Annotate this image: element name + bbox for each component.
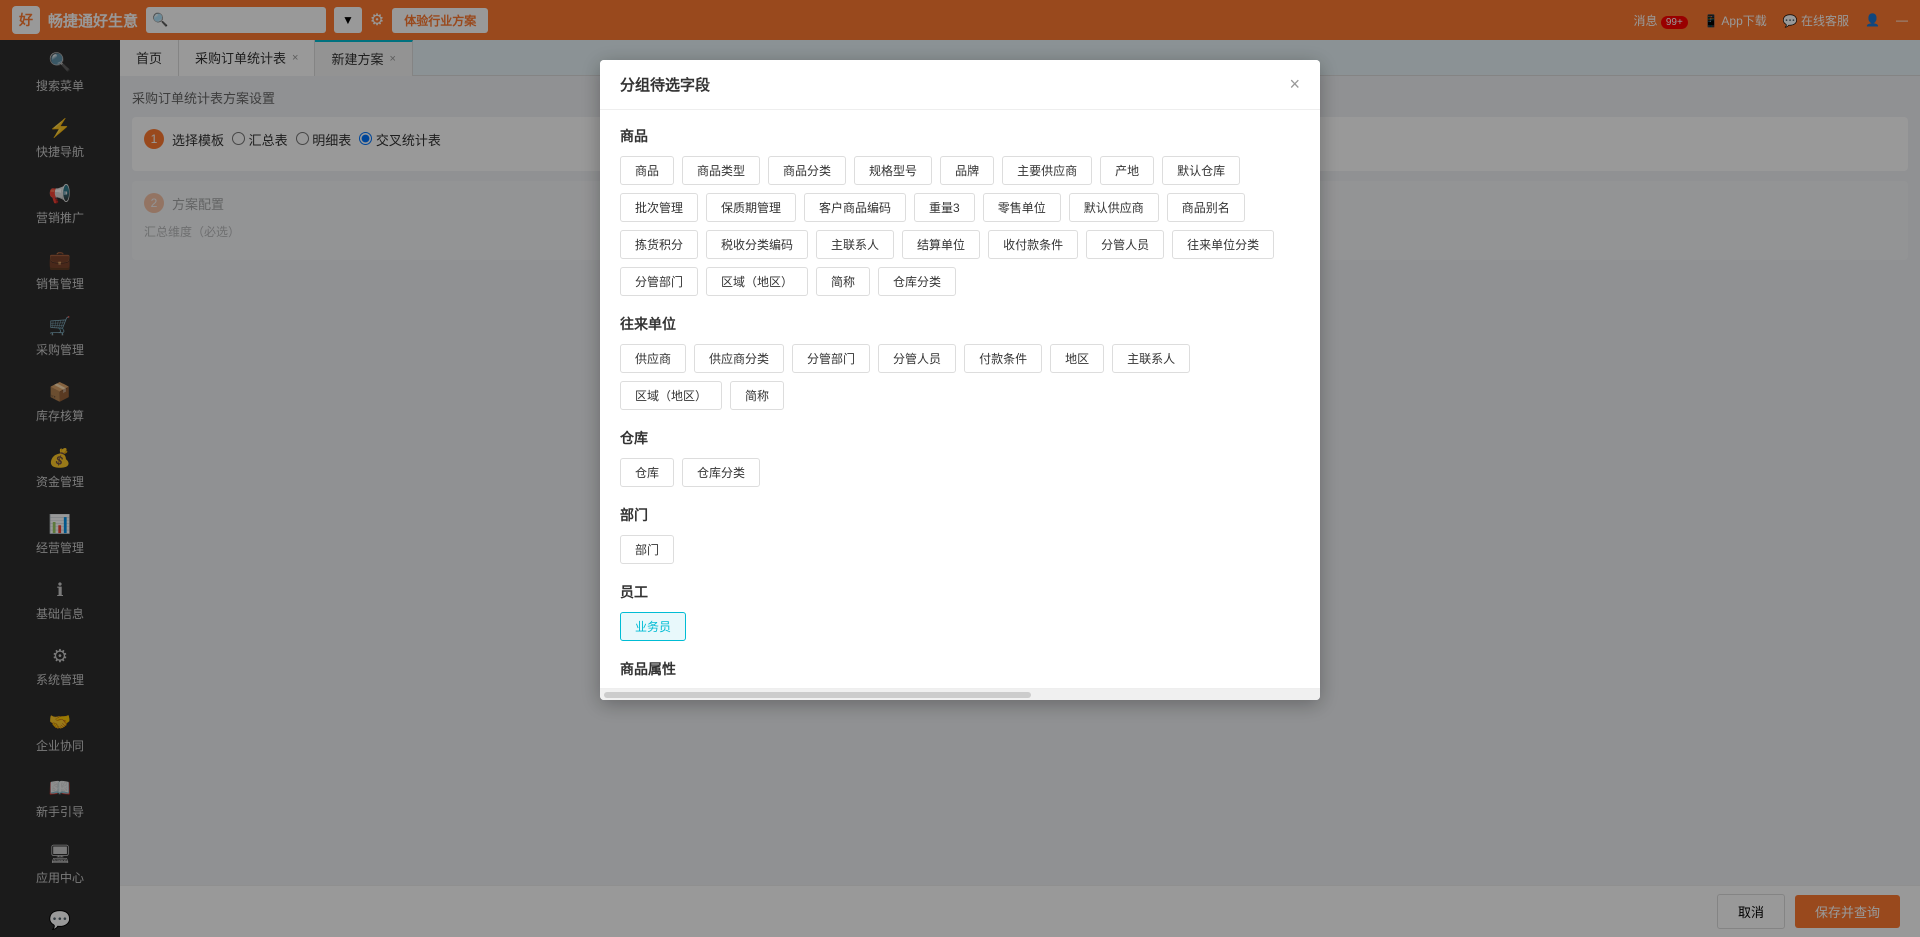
hscroll-thumb [604, 692, 1031, 698]
field-payment-terms[interactable]: 收付款条件 [988, 230, 1078, 259]
field-partner-category[interactable]: 往来单位分类 [1172, 230, 1274, 259]
section-goods: 商品 商品 商品类型 商品分类 规格型号 品牌 主要供应商 产地 默认仓库 批次… [620, 126, 1300, 296]
field-retail-unit[interactable]: 零售单位 [983, 193, 1061, 222]
section-employee-title: 员工 [620, 582, 1300, 602]
section-warehouse-title: 仓库 [620, 428, 1300, 448]
field-batch-mgmt[interactable]: 批次管理 [620, 193, 698, 222]
field-salesperson[interactable]: 业务员 [620, 612, 686, 641]
field-shelf-life[interactable]: 保质期管理 [706, 193, 796, 222]
field-weight[interactable]: 重量3 [914, 193, 975, 222]
field-default-supplier[interactable]: 默认供应商 [1069, 193, 1159, 222]
dialog-body: 商品 商品 商品类型 商品分类 规格型号 品牌 主要供应商 产地 默认仓库 批次… [600, 110, 1320, 688]
employee-field-grid: 业务员 [620, 612, 1300, 641]
field-abbr[interactable]: 简称 [816, 267, 870, 296]
section-goods-attrs: 商品属性 属性 颜色 多规格 尺码 鞋码 1 [620, 659, 1300, 688]
section-department: 部门 部门 [620, 505, 1300, 564]
field-dept[interactable]: 分管部门 [620, 267, 698, 296]
field-default-wh[interactable]: 默认仓库 [1162, 156, 1240, 185]
dialog-overlay: 分组待选字段 × 商品 商品 商品类型 商品分类 规格型号 品牌 主要供应商 产… [0, 0, 1920, 937]
field-partner-dept[interactable]: 分管部门 [792, 344, 870, 373]
field-settle-unit[interactable]: 结算单位 [902, 230, 980, 259]
field-partner-abbr[interactable]: 简称 [730, 381, 784, 410]
field-main-contact[interactable]: 主联系人 [816, 230, 894, 259]
section-attrs-title: 商品属性 [620, 659, 1300, 679]
field-origin[interactable]: 产地 [1100, 156, 1154, 185]
section-partner-title: 往来单位 [620, 314, 1300, 334]
section-warehouse: 仓库 仓库 仓库分类 [620, 428, 1300, 487]
field-customer-code[interactable]: 客户商品编码 [804, 193, 906, 222]
field-supplier[interactable]: 供应商 [620, 344, 686, 373]
field-partner-supervisor[interactable]: 分管人员 [878, 344, 956, 373]
section-goods-title: 商品 [620, 126, 1300, 146]
field-brand[interactable]: 品牌 [940, 156, 994, 185]
section-dept-title: 部门 [620, 505, 1300, 525]
dialog-header: 分组待选字段 × [600, 60, 1320, 110]
field-goods-type[interactable]: 商品类型 [682, 156, 760, 185]
field-region[interactable]: 区域（地区） [706, 267, 808, 296]
field-area[interactable]: 地区 [1050, 344, 1104, 373]
field-warehouse-cat[interactable]: 仓库分类 [682, 458, 760, 487]
field-goods-category[interactable]: 商品分类 [768, 156, 846, 185]
field-tax-code[interactable]: 税收分类编码 [706, 230, 808, 259]
field-main-supplier[interactable]: 主要供应商 [1002, 156, 1092, 185]
field-partner-region[interactable]: 区域（地区） [620, 381, 722, 410]
field-warehouse[interactable]: 仓库 [620, 458, 674, 487]
goods-field-grid: 商品 商品类型 商品分类 规格型号 品牌 主要供应商 产地 默认仓库 批次管理 … [620, 156, 1300, 296]
section-employee: 员工 业务员 [620, 582, 1300, 641]
dialog-close-button[interactable]: × [1289, 74, 1300, 95]
field-department[interactable]: 部门 [620, 535, 674, 564]
dialog-title: 分组待选字段 [620, 74, 710, 95]
field-pick-points[interactable]: 拣货积分 [620, 230, 698, 259]
partner-field-grid: 供应商 供应商分类 分管部门 分管人员 付款条件 地区 主联系人 区域（地区） … [620, 344, 1300, 410]
field-partner-contact[interactable]: 主联系人 [1112, 344, 1190, 373]
section-partner: 往来单位 供应商 供应商分类 分管部门 分管人员 付款条件 地区 主联系人 区域… [620, 314, 1300, 410]
field-spec-model[interactable]: 规格型号 [854, 156, 932, 185]
field-payment-cond[interactable]: 付款条件 [964, 344, 1042, 373]
dialog-hscrollbar[interactable] [600, 688, 1320, 700]
warehouse-field-grid: 仓库 仓库分类 [620, 458, 1300, 487]
field-goods[interactable]: 商品 [620, 156, 674, 185]
dept-field-grid: 部门 [620, 535, 1300, 564]
field-wh-category[interactable]: 仓库分类 [878, 267, 956, 296]
field-supervisor[interactable]: 分管人员 [1086, 230, 1164, 259]
field-supplier-cat[interactable]: 供应商分类 [694, 344, 784, 373]
field-goods-alias[interactable]: 商品别名 [1167, 193, 1245, 222]
field-picker-dialog: 分组待选字段 × 商品 商品 商品类型 商品分类 规格型号 品牌 主要供应商 产… [600, 60, 1320, 700]
